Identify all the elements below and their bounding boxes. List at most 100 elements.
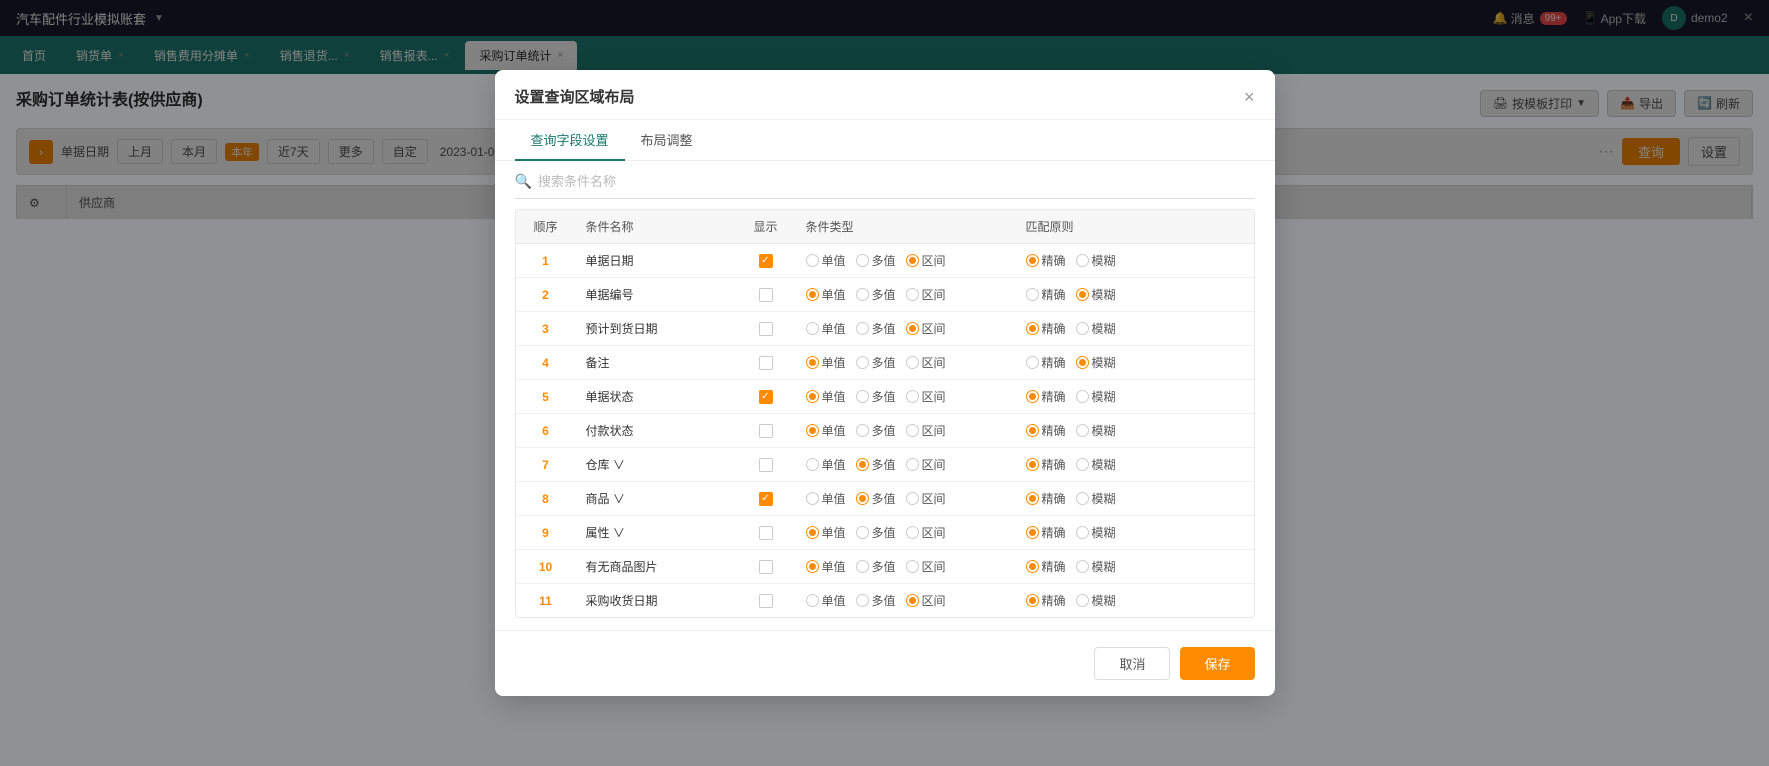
type-radio-type_range-4[interactable]: 区间 xyxy=(906,388,946,405)
match-radio-match_fuzzy-5[interactable]: 模糊 xyxy=(1076,422,1116,439)
type-radio-type_single-0[interactable]: 单值 xyxy=(806,252,846,269)
type-radio-type_range-9[interactable]: 区间 xyxy=(906,558,946,575)
type-radio-type_multi-4[interactable]: 多值 xyxy=(856,388,896,405)
field-table-row: 1单据日期单值多值区间精确模糊 xyxy=(516,244,1254,278)
row-display-9[interactable] xyxy=(736,552,796,582)
row-display-1[interactable] xyxy=(736,280,796,310)
modal-tab-field-settings[interactable]: 查询字段设置 xyxy=(515,120,625,161)
type-radio-type_range-0[interactable]: 区间 xyxy=(906,252,946,269)
match-dot-match_exact-8 xyxy=(1026,526,1039,539)
match-radio-match_fuzzy-9[interactable]: 模糊 xyxy=(1076,558,1116,575)
type-radio-type_multi-6[interactable]: 多值 xyxy=(856,456,896,473)
type-radio-type_single-3[interactable]: 单值 xyxy=(806,354,846,371)
type-radio-type_single-7[interactable]: 单值 xyxy=(806,490,846,507)
match-radio-match_fuzzy-6[interactable]: 模糊 xyxy=(1076,456,1116,473)
display-checkbox-5[interactable] xyxy=(759,424,773,438)
type-radio-type_multi-8[interactable]: 多值 xyxy=(856,524,896,541)
radio-label-type_range-10: 区间 xyxy=(922,592,946,609)
radio-dot-type_multi-0 xyxy=(856,254,869,267)
type-radio-type_range-1[interactable]: 区间 xyxy=(906,286,946,303)
display-checkbox-4[interactable] xyxy=(759,390,773,404)
type-radio-type_range-10[interactable]: 区间 xyxy=(906,592,946,609)
type-radio-type_range-3[interactable]: 区间 xyxy=(906,354,946,371)
type-radio-type_single-1[interactable]: 单值 xyxy=(806,286,846,303)
match-radio-match_fuzzy-1[interactable]: 模糊 xyxy=(1076,286,1116,303)
type-radio-type_range-6[interactable]: 区间 xyxy=(906,456,946,473)
display-checkbox-3[interactable] xyxy=(759,356,773,370)
type-radio-type_single-5[interactable]: 单值 xyxy=(806,422,846,439)
type-radio-type_multi-10[interactable]: 多值 xyxy=(856,592,896,609)
modal-close-btn[interactable]: × xyxy=(1244,88,1255,106)
match-radio-match_fuzzy-3[interactable]: 模糊 xyxy=(1076,354,1116,371)
type-radio-type_multi-0[interactable]: 多值 xyxy=(856,252,896,269)
cancel-btn[interactable]: 取消 xyxy=(1094,647,1170,680)
display-checkbox-6[interactable] xyxy=(759,458,773,472)
radio-dot-type_multi-9 xyxy=(856,560,869,573)
modal-title: 设置查询区域布局 xyxy=(515,86,635,107)
match-radio-match_exact-2[interactable]: 精确 xyxy=(1026,320,1066,337)
modal-search-input[interactable] xyxy=(538,174,738,189)
row-display-5[interactable] xyxy=(736,416,796,446)
display-checkbox-0[interactable] xyxy=(759,254,773,268)
row-display-8[interactable] xyxy=(736,518,796,548)
row-type-3: 单值多值区间 xyxy=(796,346,1016,379)
match-radio-match_exact-9[interactable]: 精确 xyxy=(1026,558,1066,575)
match-radio-match_exact-6[interactable]: 精确 xyxy=(1026,456,1066,473)
match-radio-match_fuzzy-10[interactable]: 模糊 xyxy=(1076,592,1116,609)
match-radio-match_exact-3[interactable]: 精确 xyxy=(1026,354,1066,371)
radio-label-type_single-6: 单值 xyxy=(822,456,846,473)
match-radio-match_fuzzy-8[interactable]: 模糊 xyxy=(1076,524,1116,541)
match-radio-match_exact-8[interactable]: 精确 xyxy=(1026,524,1066,541)
match-radio-match_exact-7[interactable]: 精确 xyxy=(1026,490,1066,507)
match-radio-match_fuzzy-4[interactable]: 模糊 xyxy=(1076,388,1116,405)
radio-label-type_multi-8: 多值 xyxy=(872,524,896,541)
display-checkbox-10[interactable] xyxy=(759,594,773,608)
type-radio-type_range-7[interactable]: 区间 xyxy=(906,490,946,507)
row-display-6[interactable] xyxy=(736,450,796,480)
type-radio-type_single-10[interactable]: 单值 xyxy=(806,592,846,609)
match-radio-match_fuzzy-7[interactable]: 模糊 xyxy=(1076,490,1116,507)
type-radio-type_multi-5[interactable]: 多值 xyxy=(856,422,896,439)
type-radio-type_multi-9[interactable]: 多值 xyxy=(856,558,896,575)
row-display-2[interactable] xyxy=(736,314,796,344)
display-checkbox-7[interactable] xyxy=(759,492,773,506)
type-radio-type_multi-2[interactable]: 多值 xyxy=(856,320,896,337)
type-radio-type_single-8[interactable]: 单值 xyxy=(806,524,846,541)
match-label-match_exact-2: 精确 xyxy=(1042,320,1066,337)
type-radio-type_single-9[interactable]: 单值 xyxy=(806,558,846,575)
type-radio-type_multi-7[interactable]: 多值 xyxy=(856,490,896,507)
modal-tab-layout-adjust[interactable]: 布局调整 xyxy=(625,120,709,161)
radio-dot-type_single-10 xyxy=(806,594,819,607)
type-radio-type_single-4[interactable]: 单值 xyxy=(806,388,846,405)
match-radio-match_exact-5[interactable]: 精确 xyxy=(1026,422,1066,439)
display-checkbox-8[interactable] xyxy=(759,526,773,540)
modal-search-icon: 🔍 xyxy=(515,173,532,190)
match-radio-match_fuzzy-0[interactable]: 模糊 xyxy=(1076,252,1116,269)
row-display-4[interactable] xyxy=(736,382,796,412)
match-radio-match_exact-1[interactable]: 精确 xyxy=(1026,286,1066,303)
field-table-row: 8商品 ∨单值多值区间精确模糊 xyxy=(516,482,1254,516)
type-radio-type_single-6[interactable]: 单值 xyxy=(806,456,846,473)
display-checkbox-9[interactable] xyxy=(759,560,773,574)
type-radio-type_multi-3[interactable]: 多值 xyxy=(856,354,896,371)
match-radio-match_exact-0[interactable]: 精确 xyxy=(1026,252,1066,269)
radio-label-type_single-1: 单值 xyxy=(822,286,846,303)
row-display-3[interactable] xyxy=(736,348,796,378)
match-radio-match_fuzzy-2[interactable]: 模糊 xyxy=(1076,320,1116,337)
type-radio-type_range-5[interactable]: 区间 xyxy=(906,422,946,439)
row-name-0: 单据日期 xyxy=(576,244,736,277)
row-display-10[interactable] xyxy=(736,586,796,616)
row-display-7[interactable] xyxy=(736,484,796,514)
display-checkbox-1[interactable] xyxy=(759,288,773,302)
type-radio-type_multi-1[interactable]: 多值 xyxy=(856,286,896,303)
match-radio-match_exact-4[interactable]: 精确 xyxy=(1026,388,1066,405)
type-radio-type_single-2[interactable]: 单值 xyxy=(806,320,846,337)
display-checkbox-2[interactable] xyxy=(759,322,773,336)
match-radio-match_exact-10[interactable]: 精确 xyxy=(1026,592,1066,609)
save-btn[interactable]: 保存 xyxy=(1180,647,1254,680)
match-label-match_exact-9: 精确 xyxy=(1042,558,1066,575)
radio-label-type_range-6: 区间 xyxy=(922,456,946,473)
row-display-0[interactable] xyxy=(736,246,796,276)
type-radio-type_range-8[interactable]: 区间 xyxy=(906,524,946,541)
type-radio-type_range-2[interactable]: 区间 xyxy=(906,320,946,337)
